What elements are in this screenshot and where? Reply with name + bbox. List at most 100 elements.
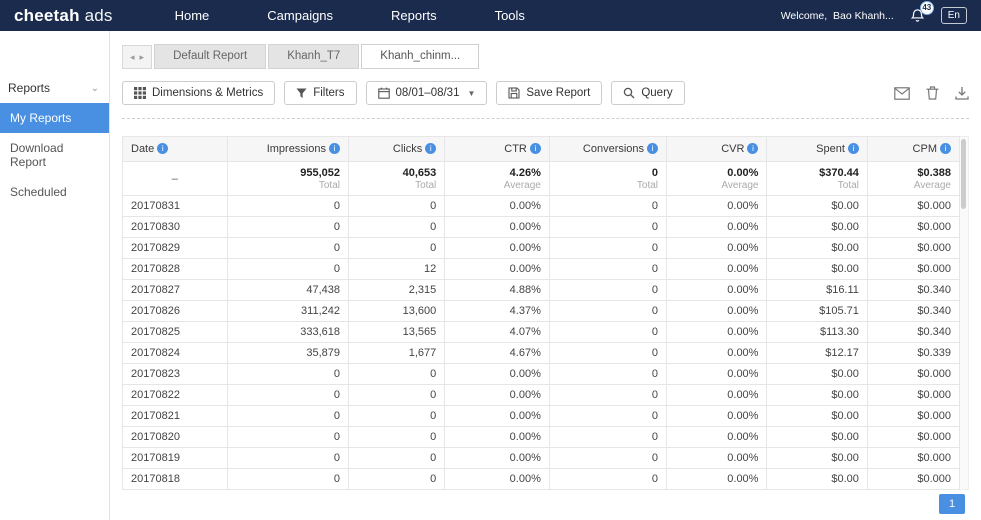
table-scrollbar[interactable] xyxy=(960,136,969,490)
nav-item-tools[interactable]: Tools xyxy=(495,8,525,23)
info-icon[interactable]: i xyxy=(157,143,169,154)
value-cell: 0.00% xyxy=(666,321,768,343)
tab-scroll-arrows[interactable]: ◂ ▸ xyxy=(122,45,153,69)
sidebar-item-scheduled[interactable]: Scheduled xyxy=(0,177,109,207)
welcome-text[interactable]: Welcome, Bao Khanh... xyxy=(781,10,894,22)
info-icon[interactable]: i xyxy=(328,143,340,154)
info-icon[interactable]: i xyxy=(940,143,951,154)
tab-khanh-chinm[interactable]: Khanh_chinm... xyxy=(361,44,480,69)
table-row: 20170819 0 0 0.00% 0 0.00% $0.00 $0.000 xyxy=(122,447,961,469)
nav-item-reports[interactable]: Reports xyxy=(391,8,437,23)
sidebar-item-download-report[interactable]: Download Report xyxy=(0,133,109,177)
main-nav: Home Campaigns Reports Tools xyxy=(175,8,525,23)
column-header-clicks[interactable]: Clicks i xyxy=(347,136,446,162)
column-header-cvr[interactable]: CVR i xyxy=(666,136,768,162)
totals-cell: 0 Total xyxy=(548,161,668,196)
table-row: 20170823 0 0 0.00% 0 0.00% $0.00 $0.000 xyxy=(122,363,961,385)
dashed-separator xyxy=(122,118,969,119)
dimensions-metrics-button[interactable]: Dimensions & Metrics xyxy=(122,81,276,105)
totals-date-cell: – xyxy=(122,161,228,196)
value-cell: 0.00% xyxy=(666,405,768,427)
date-cell: 20170818 xyxy=(122,468,228,490)
column-header-date[interactable]: Date i xyxy=(122,136,228,162)
date-cell: 20170831 xyxy=(122,195,228,217)
scrollbar-thumb[interactable] xyxy=(961,139,966,209)
app-layout: Reports ⌄ My Reports Download Report Sch… xyxy=(0,31,981,520)
email-report-icon[interactable] xyxy=(894,86,910,100)
totals-cell: 40,653 Total xyxy=(347,161,446,196)
column-header-ctr[interactable]: CTR i xyxy=(444,136,550,162)
table-row: 20170826 311,242 13,600 4.37% 0 0.00% $105.71 $… xyxy=(122,300,961,322)
sidebar-section-reports[interactable]: Reports ⌄ xyxy=(0,73,109,103)
value-cell: $0.340 xyxy=(866,321,961,343)
value-cell: 0 xyxy=(548,321,668,343)
value-cell: $0.000 xyxy=(866,447,961,469)
delete-report-icon[interactable] xyxy=(926,86,939,100)
column-header-conversions[interactable]: Conversions i xyxy=(548,136,668,162)
value-cell: 0 xyxy=(548,426,668,448)
filters-button[interactable]: Filters xyxy=(284,81,357,105)
nav-item-campaigns[interactable]: Campaigns xyxy=(267,8,333,23)
value-cell: 0 xyxy=(347,468,446,490)
value-cell: 0.00% xyxy=(444,258,550,280)
query-button[interactable]: Query xyxy=(611,81,685,105)
value-cell: 0.00% xyxy=(444,447,550,469)
info-icon[interactable]: i xyxy=(747,143,759,154)
value-cell: 0 xyxy=(347,384,446,406)
date-cell: 20170823 xyxy=(122,363,228,385)
notification-badge: 43 xyxy=(919,1,934,15)
tab-default-report[interactable]: Default Report xyxy=(154,44,267,69)
grid-icon xyxy=(134,87,146,99)
welcome-label: Welcome, xyxy=(780,9,828,22)
value-cell: $0.00 xyxy=(766,468,868,490)
info-icon[interactable]: i xyxy=(847,143,859,154)
info-icon[interactable]: i xyxy=(529,143,541,154)
value-cell: $0.000 xyxy=(866,384,961,406)
username: Bao Khanh... xyxy=(833,9,894,22)
value-cell: 0.00% xyxy=(666,258,768,280)
value-cell: 0 xyxy=(226,447,349,469)
sidebar-section-label: Reports xyxy=(8,81,51,95)
save-report-button[interactable]: Save Report xyxy=(496,81,603,105)
download-report-icon[interactable] xyxy=(955,86,969,100)
language-button[interactable]: En xyxy=(940,7,967,24)
value-cell: 12 xyxy=(347,258,446,280)
info-icon[interactable]: i xyxy=(647,143,659,154)
date-range-button[interactable]: 08/01–08/31 ▼ xyxy=(365,81,488,105)
value-cell: 0 xyxy=(548,258,668,280)
value-cell: $0.000 xyxy=(866,363,961,385)
nav-item-home[interactable]: Home xyxy=(175,8,210,23)
page-button-1[interactable]: 1 xyxy=(939,494,965,514)
value-cell: $0.00 xyxy=(766,363,868,385)
value-cell: 0.00% xyxy=(444,405,550,427)
tab-scroll-left-icon[interactable]: ◂ xyxy=(130,51,135,63)
column-header-impressions[interactable]: Impressions i xyxy=(226,136,349,162)
save-report-label: Save Report xyxy=(526,87,591,99)
value-cell: 0 xyxy=(548,384,668,406)
dimensions-metrics-label: Dimensions & Metrics xyxy=(152,87,264,99)
sidebar-item-my-reports[interactable]: My Reports xyxy=(0,103,109,133)
value-cell: 0 xyxy=(347,426,446,448)
column-header-cpm[interactable]: CPM i xyxy=(866,136,961,162)
table-row: 20170827 47,438 2,315 4.88% 0 0.00% $16.11 $0.3… xyxy=(122,279,961,301)
value-cell: 0 xyxy=(347,195,446,217)
value-cell: 0.00% xyxy=(444,363,550,385)
value-cell: $0.00 xyxy=(766,426,868,448)
value-cell: 0.00% xyxy=(666,363,768,385)
value-cell: 0 xyxy=(548,447,668,469)
info-icon[interactable]: i xyxy=(425,143,437,154)
value-cell: 0 xyxy=(226,384,349,406)
value-cell: 0.00% xyxy=(666,426,768,448)
brand-logo[interactable]: cheetah ads xyxy=(14,6,113,26)
table-body: – 955,052 Total 40,653 Total 4.26% Average … xyxy=(122,161,961,490)
column-header-spent[interactable]: Spent i xyxy=(766,136,868,162)
report-table: Date i Impressions i Clicks i CTR i Conversi… xyxy=(122,136,961,490)
table-row: 20170831 0 0 0.00% 0 0.00% $0.00 $0.000 xyxy=(122,195,961,217)
notifications-bell-icon[interactable]: 43 xyxy=(910,1,934,23)
value-cell: 0 xyxy=(548,342,668,364)
tab-scroll-right-icon[interactable]: ▸ xyxy=(140,51,145,63)
table-row: 20170824 35,879 1,677 4.67% 0 0.00% $12.17 $0.3… xyxy=(122,342,961,364)
value-cell: $0.340 xyxy=(866,300,961,322)
value-cell: 0.00% xyxy=(666,237,768,259)
tab-khanh-t7[interactable]: Khanh_T7 xyxy=(268,44,360,69)
